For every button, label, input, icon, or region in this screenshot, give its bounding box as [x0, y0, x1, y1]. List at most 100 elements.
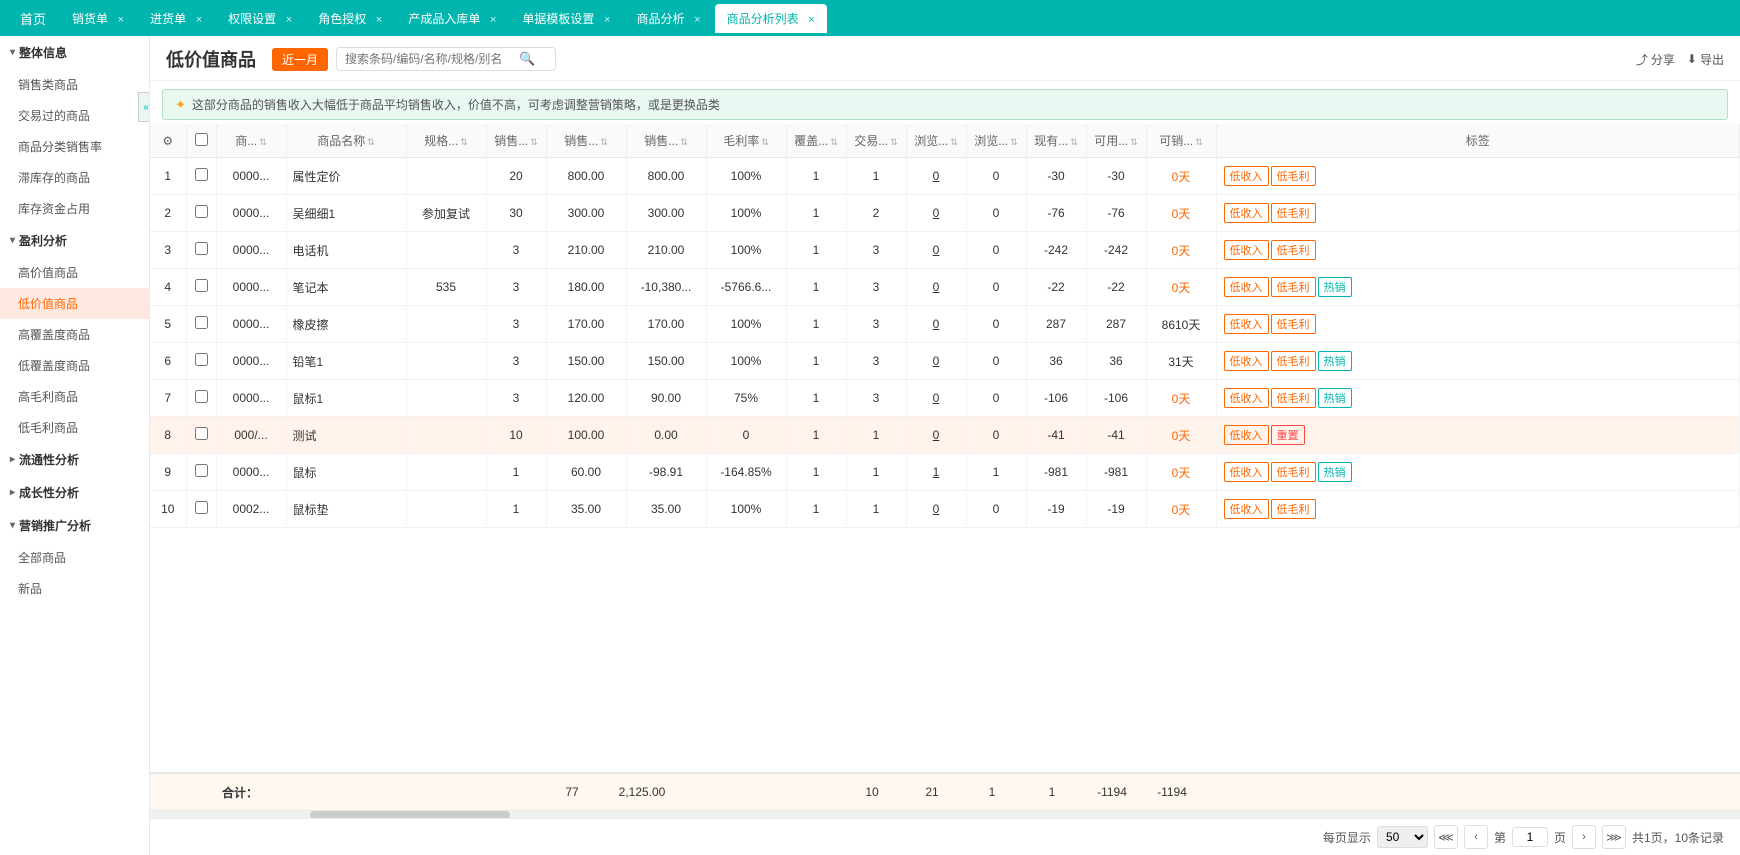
row-orders: 3 — [846, 306, 906, 343]
views-link[interactable]: 0 — [933, 391, 940, 405]
nav-sales-close[interactable]: × — [118, 14, 124, 26]
row-checkbox[interactable] — [186, 380, 216, 417]
nav-permission[interactable]: 权限设置 × — [216, 4, 304, 33]
sidebar-item-low-coverage[interactable]: 低覆盖度商品 — [0, 350, 149, 381]
sidebar-section-flow[interactable]: ▸ 流通性分析 — [0, 443, 149, 476]
last-page-btn[interactable]: ⋙ — [1602, 825, 1626, 849]
col-avail[interactable]: 可销...⇅ — [1146, 124, 1216, 158]
page-input[interactable] — [1512, 827, 1548, 847]
row-select-checkbox[interactable] — [195, 353, 208, 366]
sidebar-item-high-coverage[interactable]: 高覆盖度商品 — [0, 319, 149, 350]
sidebar-item-slow-goods[interactable]: 滞库存的商品 — [0, 162, 149, 193]
export-btn[interactable]: ⬇ 导出 — [1687, 51, 1724, 68]
col-views2[interactable]: 浏览...⇅ — [966, 124, 1026, 158]
row-stock1: -106 — [1026, 380, 1086, 417]
sidebar-item-high-margin[interactable]: 高毛利商品 — [0, 381, 149, 412]
row-select-checkbox[interactable] — [195, 427, 208, 440]
next-page-btn[interactable]: › — [1572, 825, 1596, 849]
views-link[interactable]: 0 — [933, 280, 940, 294]
views-link[interactable]: 0 — [933, 243, 940, 257]
row-checkbox[interactable] — [186, 454, 216, 491]
sidebar-item-new-goods[interactable]: 新品 — [0, 573, 149, 604]
nav-product-analysis-close[interactable]: × — [694, 14, 700, 26]
col-price[interactable]: 销售...⇅ — [546, 124, 626, 158]
row-select-checkbox[interactable] — [195, 501, 208, 514]
nav-product-analysis-list-close[interactable]: × — [808, 14, 814, 26]
views-link[interactable]: 0 — [933, 354, 940, 368]
nav-role-close[interactable]: × — [376, 14, 382, 26]
col-views1[interactable]: 浏览...⇅ — [906, 124, 966, 158]
nav-role[interactable]: 角色授权 × — [306, 4, 394, 33]
sidebar-item-sales-goods[interactable]: 销售类商品 — [0, 69, 149, 100]
nav-purchase-close[interactable]: × — [196, 14, 202, 26]
row-checkbox[interactable] — [186, 232, 216, 269]
scrollbar-area[interactable] — [150, 810, 1740, 818]
col-name[interactable]: 商品名称⇅ — [286, 124, 406, 158]
nav-product-analysis-list[interactable]: 商品分析列表 × — [715, 4, 827, 33]
row-num: 2 — [150, 195, 186, 232]
col-orders[interactable]: 交易...⇅ — [846, 124, 906, 158]
nav-home[interactable]: 首页 — [8, 3, 58, 34]
sidebar-item-low-value[interactable]: 低价值商品 — [0, 288, 149, 319]
sidebar-section-overview[interactable]: ▾ 整体信息 — [0, 36, 149, 69]
sidebar-item-high-value[interactable]: 高价值商品 — [0, 257, 149, 288]
views-link[interactable]: 0 — [933, 206, 940, 220]
col-code[interactable]: 商...⇅ — [216, 124, 286, 158]
col-stock2[interactable]: 可用...⇅ — [1086, 124, 1146, 158]
sidebar-section-profit[interactable]: ▾ 盈利分析 — [0, 224, 149, 257]
nav-product-in-close[interactable]: × — [490, 14, 496, 26]
views-link[interactable]: 0 — [933, 169, 940, 183]
nav-template-close[interactable]: × — [604, 14, 610, 26]
nav-sales[interactable]: 销货单 × — [60, 4, 136, 33]
col-margin[interactable]: 毛利率⇅ — [706, 124, 786, 158]
sidebar-item-category-rate[interactable]: 商品分类销售率 — [0, 131, 149, 162]
date-filter-btn[interactable]: 近一月 — [272, 48, 328, 71]
row-tags: 低收入低毛利热销 — [1216, 380, 1740, 417]
col-coverage[interactable]: 覆盖...⇅ — [786, 124, 846, 158]
search-icon[interactable]: 🔍 — [519, 51, 535, 67]
row-checkbox[interactable] — [186, 269, 216, 306]
col-spec[interactable]: 规格...⇅ — [406, 124, 486, 158]
sidebar-item-traded-goods[interactable]: 交易过的商品 — [0, 100, 149, 131]
views-link[interactable]: 0 — [933, 428, 940, 442]
nav-product-in[interactable]: 产成品入库单 × — [396, 4, 508, 33]
content-header: 低价值商品 近一月 🔍 ⤴ 分享 ⬇ 导出 — [150, 36, 1740, 81]
nav-template[interactable]: 单据模板设置 × — [510, 4, 622, 33]
row-select-checkbox[interactable] — [195, 464, 208, 477]
prev-page-btn[interactable]: ‹ — [1464, 825, 1488, 849]
share-btn[interactable]: ⤴ 分享 — [1636, 51, 1675, 68]
row-select-checkbox[interactable] — [195, 279, 208, 292]
col-cost[interactable]: 销售...⇅ — [626, 124, 706, 158]
row-checkbox[interactable] — [186, 195, 216, 232]
col-settings[interactable]: ⚙ — [150, 124, 186, 158]
row-select-checkbox[interactable] — [195, 205, 208, 218]
row-select-checkbox[interactable] — [195, 242, 208, 255]
col-stock1[interactable]: 现有...⇅ — [1026, 124, 1086, 158]
row-checkbox[interactable] — [186, 491, 216, 528]
views-link[interactable]: 0 — [933, 317, 940, 331]
row-checkbox[interactable] — [186, 343, 216, 380]
row-select-checkbox[interactable] — [195, 168, 208, 181]
first-page-btn[interactable]: ⋘ — [1434, 825, 1458, 849]
row-checkbox[interactable] — [186, 158, 216, 195]
row-select-checkbox[interactable] — [195, 316, 208, 329]
sidebar-section-marketing[interactable]: ▾ 营销推广分析 — [0, 509, 149, 542]
page-size-select[interactable]: 50 100 200 — [1377, 826, 1428, 848]
sidebar-item-low-margin[interactable]: 低毛利商品 — [0, 412, 149, 443]
sidebar-collapse-btn[interactable]: « — [138, 92, 150, 122]
row-checkbox[interactable] — [186, 417, 216, 454]
sidebar-item-all-goods[interactable]: 全部商品 — [0, 542, 149, 573]
nav-permission-close[interactable]: × — [286, 14, 292, 26]
col-qty[interactable]: 销售...⇅ — [486, 124, 546, 158]
row-select-checkbox[interactable] — [195, 390, 208, 403]
views-link[interactable]: 0 — [933, 502, 940, 516]
nav-product-analysis[interactable]: 商品分析 × — [624, 4, 712, 33]
select-all-checkbox[interactable] — [195, 133, 208, 146]
search-input[interactable] — [345, 52, 515, 66]
nav-purchase[interactable]: 进货单 × — [138, 4, 214, 33]
row-qty: 3 — [486, 269, 546, 306]
row-checkbox[interactable] — [186, 306, 216, 343]
sidebar-section-growth[interactable]: ▸ 成长性分析 — [0, 476, 149, 509]
sidebar-item-stock-capital[interactable]: 库存资金占用 — [0, 193, 149, 224]
views-link[interactable]: 1 — [933, 465, 940, 479]
